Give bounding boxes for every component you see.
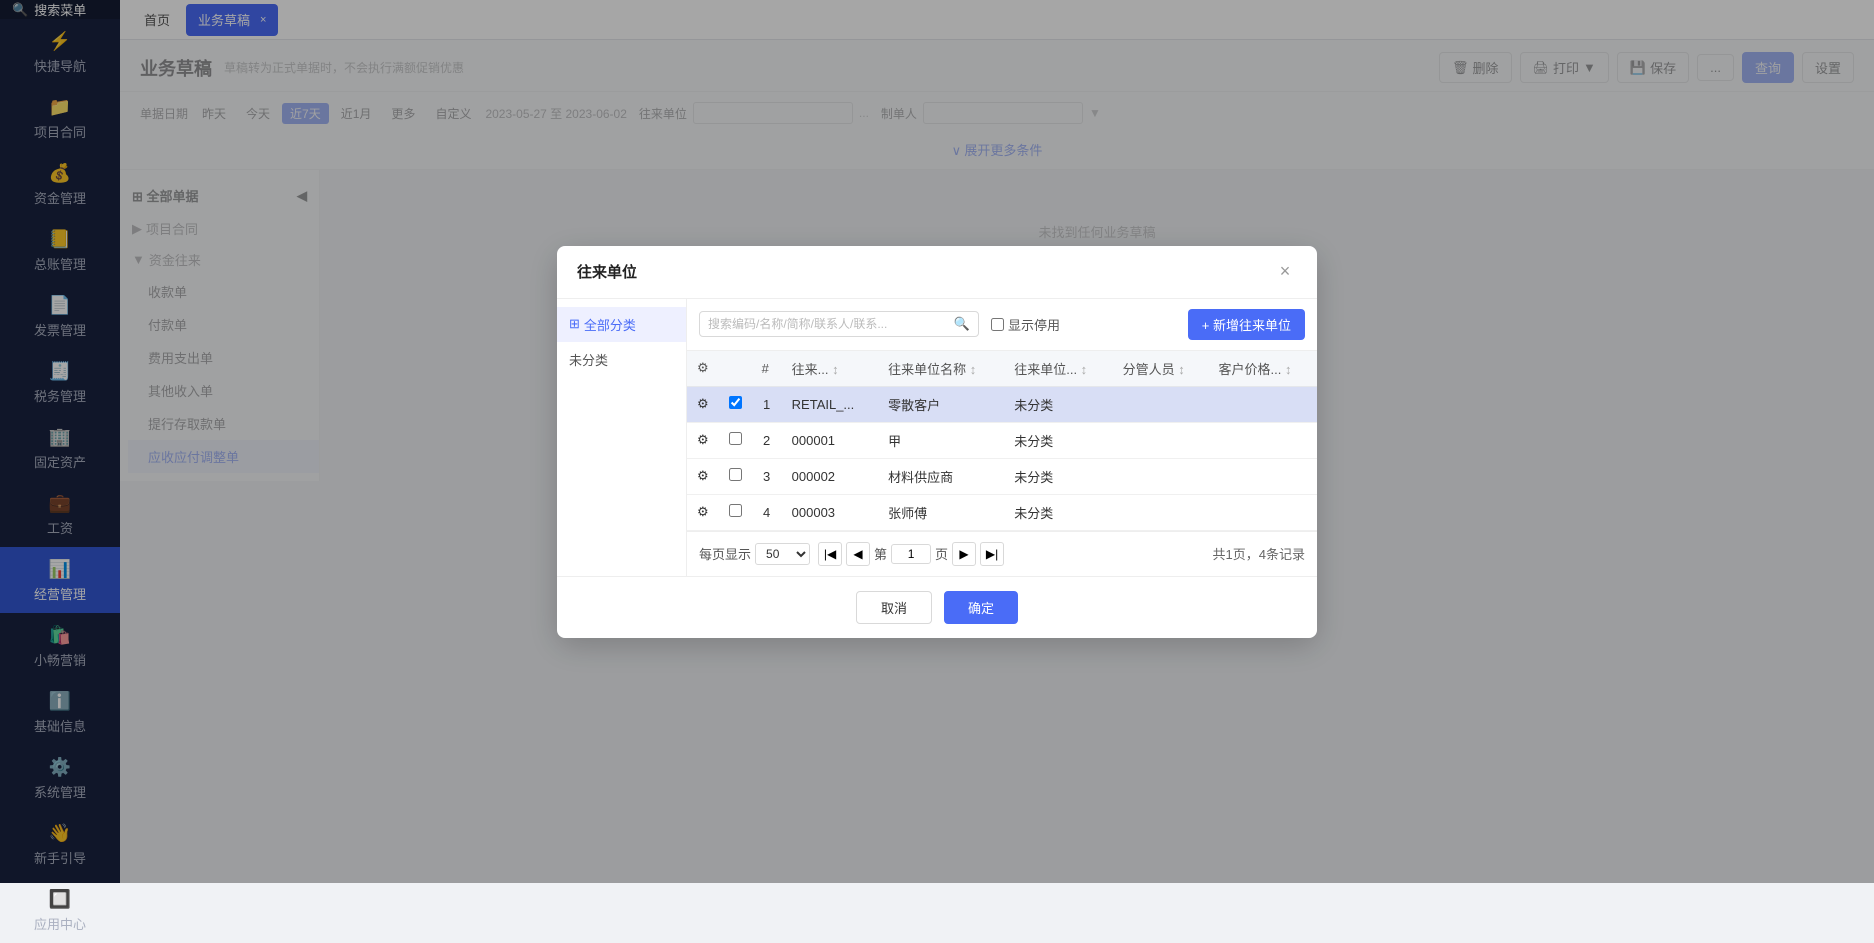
- row-num: 1: [752, 386, 782, 422]
- prev-page-btn[interactable]: ◀: [846, 542, 870, 566]
- row-price: [1209, 422, 1318, 458]
- modal-sidebar-unclassified[interactable]: 未分类: [557, 342, 686, 377]
- row-check-input[interactable]: [729, 504, 742, 517]
- partner-table: ⚙ # 往来... ↕ 往来单位名称 ↕ 往来单位... ↕ 分管人员 ↕ 客户…: [687, 351, 1317, 531]
- settings-icon: ⚙: [697, 396, 709, 411]
- row-manager: [1113, 494, 1209, 530]
- table-row[interactable]: ⚙ 3 000002 材料供应商 未分类: [687, 458, 1317, 494]
- first-page-btn[interactable]: |◀: [818, 542, 842, 566]
- modal-footer: 取消 确定: [557, 576, 1317, 638]
- modal-sidebar-all[interactable]: ⊞ 全部分类: [557, 307, 686, 342]
- row-name: 张师傅: [878, 494, 1004, 530]
- total-records: 共1页，4条记录: [1213, 544, 1305, 563]
- next-page-btn[interactable]: ▶: [952, 542, 976, 566]
- modal-close-icon[interactable]: ×: [1273, 260, 1297, 284]
- row-settings[interactable]: ⚙: [687, 458, 719, 494]
- modal-main: 🔍 显示停用 + 新增往来单位 ⚙: [687, 299, 1317, 576]
- table-row[interactable]: ⚙ 1 RETAIL_... 零散客户 未分类: [687, 386, 1317, 422]
- row-checkbox[interactable]: [719, 494, 752, 530]
- row-price: [1209, 458, 1318, 494]
- row-code: 000003: [782, 494, 878, 530]
- table-row[interactable]: ⚙ 4 000003 张师傅 未分类: [687, 494, 1317, 530]
- modal-header: 往来单位 ×: [557, 246, 1317, 299]
- partner-table-body: ⚙ 1 RETAIL_... 零散客户 未分类 ⚙ 2 000001 甲 未分类…: [687, 386, 1317, 530]
- row-num: 2: [752, 422, 782, 458]
- settings-icon: ⚙: [697, 468, 709, 483]
- col-code[interactable]: 往来... ↕: [782, 351, 878, 387]
- row-num: 3: [752, 458, 782, 494]
- col-check: [719, 351, 752, 387]
- row-name: 甲: [878, 422, 1004, 458]
- row-checkbox[interactable]: [719, 386, 752, 422]
- col-price[interactable]: 客户价格... ↕: [1209, 351, 1318, 387]
- row-checkbox[interactable]: [719, 458, 752, 494]
- modal-sidebar: ⊞ 全部分类 未分类: [557, 299, 687, 576]
- modal-sidebar-all-label: 全部分类: [584, 315, 636, 334]
- row-price: [1209, 386, 1318, 422]
- show-disabled-check[interactable]: [991, 318, 1004, 331]
- table-row[interactable]: ⚙ 2 000001 甲 未分类: [687, 422, 1317, 458]
- add-partner-button[interactable]: + 新增往来单位: [1188, 309, 1305, 340]
- show-disabled-checkbox[interactable]: 显示停用: [991, 315, 1060, 334]
- row-settings[interactable]: ⚙: [687, 422, 719, 458]
- modal-toolbar: 🔍 显示停用 + 新增往来单位: [687, 299, 1317, 351]
- row-check-input[interactable]: [729, 396, 742, 409]
- per-page-dropdown[interactable]: 50 10 20 100: [755, 543, 810, 565]
- apps-icon: 🔲: [49, 889, 71, 910]
- row-name: 材料供应商: [878, 458, 1004, 494]
- last-page-btn[interactable]: ▶|: [980, 542, 1004, 566]
- col-num: #: [752, 351, 782, 387]
- page-number-input[interactable]: [891, 544, 931, 564]
- row-check-input[interactable]: [729, 468, 742, 481]
- col-manager[interactable]: 分管人员 ↕: [1113, 351, 1209, 387]
- row-category: 未分类: [1004, 386, 1112, 422]
- confirm-button[interactable]: 确定: [944, 591, 1018, 624]
- row-code: RETAIL_...: [782, 386, 878, 422]
- grid-icon: ⊞: [569, 316, 580, 332]
- modal-sidebar-unclassified-label: 未分类: [569, 353, 608, 368]
- row-code: 000002: [782, 458, 878, 494]
- row-settings[interactable]: ⚙: [687, 494, 719, 530]
- sidebar-item-apps[interactable]: 🔲 应用中心: [0, 877, 120, 943]
- page-word: 第: [874, 544, 887, 563]
- col-settings[interactable]: ⚙: [687, 351, 719, 387]
- page-nav: |◀ ◀ 第 页 ▶ ▶|: [818, 542, 1004, 566]
- settings-icon: ⚙: [697, 504, 709, 519]
- row-num: 4: [752, 494, 782, 530]
- search-box: 🔍: [699, 311, 979, 337]
- row-manager: [1113, 458, 1209, 494]
- show-disabled-label: 显示停用: [1008, 315, 1060, 334]
- search-icon: 🔍: [954, 316, 970, 332]
- sidebar-item-label: 应用中心: [34, 914, 86, 933]
- row-category: 未分类: [1004, 422, 1112, 458]
- add-partner-label: + 新增往来单位: [1202, 315, 1291, 334]
- row-price: [1209, 494, 1318, 530]
- per-page-label: 每页显示: [699, 544, 751, 563]
- row-category: 未分类: [1004, 494, 1112, 530]
- col-name[interactable]: 往来单位名称 ↕: [878, 351, 1004, 387]
- page-size-select: 每页显示 50 10 20 100: [699, 543, 810, 565]
- modal-overlay: 往来单位 × ⊞ 全部分类 未分类 🔍: [0, 0, 1874, 883]
- row-manager: [1113, 422, 1209, 458]
- col-category[interactable]: 往来单位... ↕: [1004, 351, 1112, 387]
- row-settings[interactable]: ⚙: [687, 386, 719, 422]
- partner-search-input[interactable]: [708, 317, 948, 331]
- row-name: 零散客户: [878, 386, 1004, 422]
- page-label: 页: [935, 544, 948, 563]
- table-header-row: ⚙ # 往来... ↕ 往来单位名称 ↕ 往来单位... ↕ 分管人员 ↕ 客户…: [687, 351, 1317, 387]
- partner-modal: 往来单位 × ⊞ 全部分类 未分类 🔍: [557, 246, 1317, 638]
- row-check-input[interactable]: [729, 432, 742, 445]
- row-checkbox[interactable]: [719, 422, 752, 458]
- modal-body: ⊞ 全部分类 未分类 🔍 显示停用: [557, 299, 1317, 576]
- modal-title: 往来单位: [577, 261, 637, 282]
- row-manager: [1113, 386, 1209, 422]
- cancel-button[interactable]: 取消: [856, 591, 932, 624]
- pagination: 每页显示 50 10 20 100 |◀ ◀ 第 页: [687, 531, 1317, 576]
- row-category: 未分类: [1004, 458, 1112, 494]
- partner-table-wrap: ⚙ # 往来... ↕ 往来单位名称 ↕ 往来单位... ↕ 分管人员 ↕ 客户…: [687, 351, 1317, 531]
- settings-icon: ⚙: [697, 432, 709, 447]
- row-code: 000001: [782, 422, 878, 458]
